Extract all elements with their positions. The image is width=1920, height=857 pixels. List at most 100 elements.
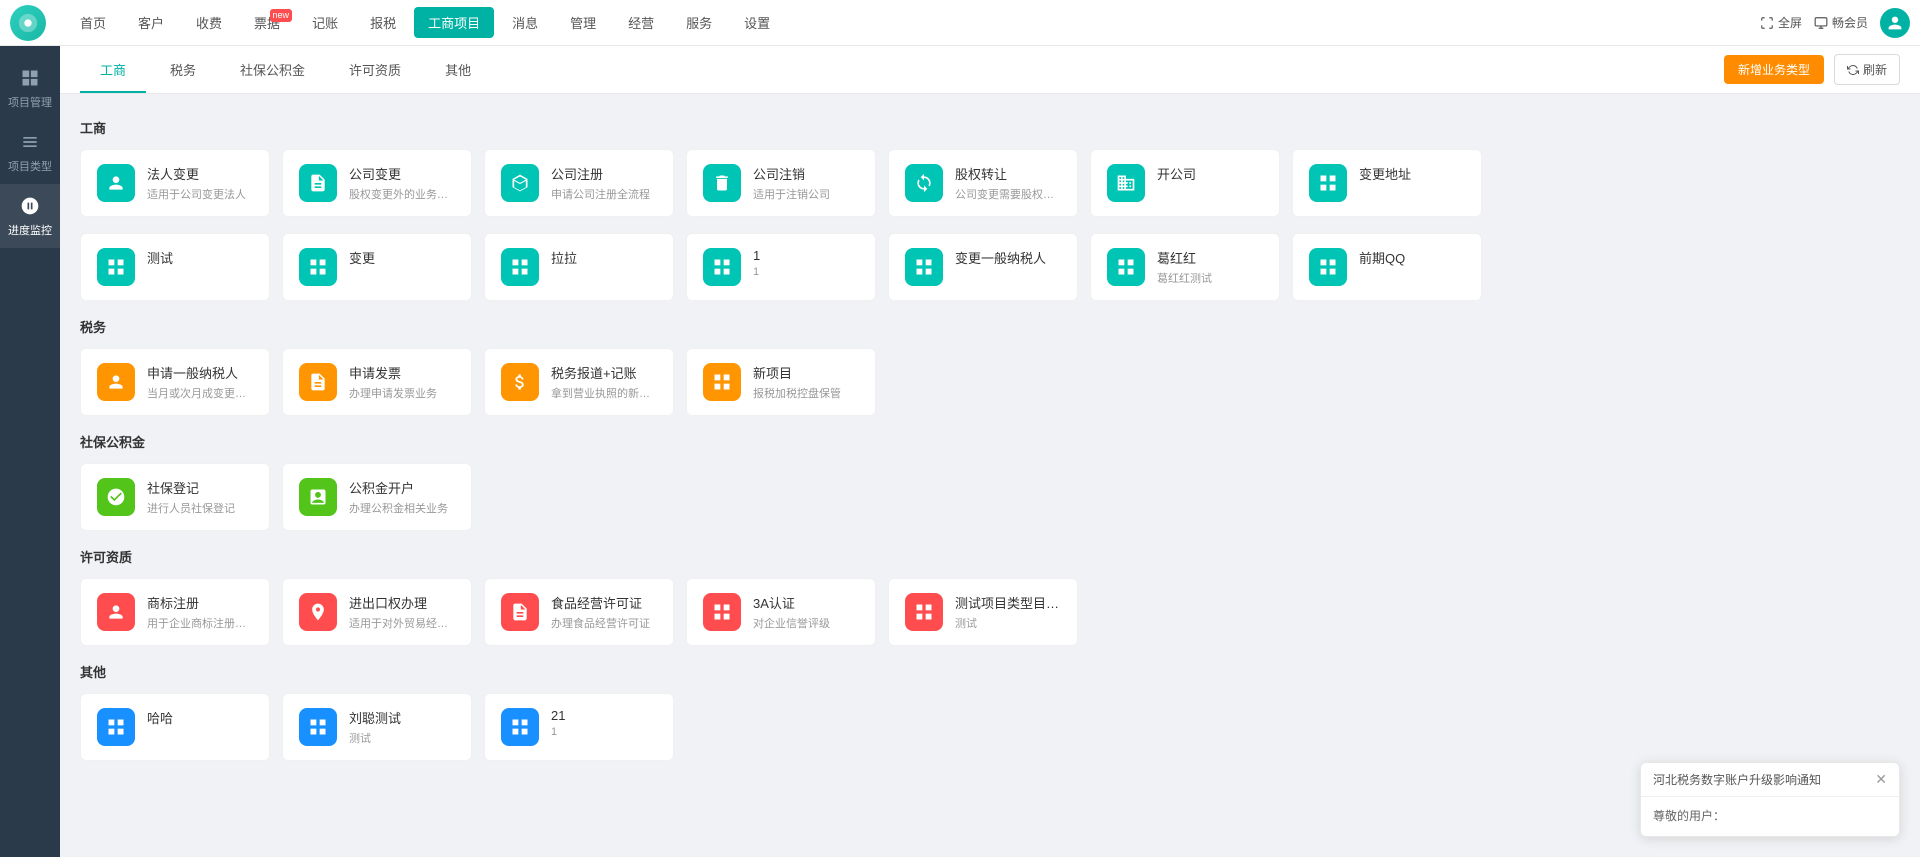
tab-gongshang[interactable]: 工商 bbox=[80, 46, 146, 93]
card-gongsi-zhuxiao[interactable]: 公司注销 适用于注销公司 bbox=[686, 149, 876, 217]
card-desc-xinxiangmu: 报税加税控盘保管 bbox=[753, 385, 859, 401]
fullscreen-btn[interactable]: 全屏 bbox=[1760, 14, 1802, 31]
card-desc-gongsi-bg: 股权变更外的业务变更 bbox=[349, 186, 455, 202]
nav-tickets[interactable]: 票据 new bbox=[240, 7, 294, 38]
card-desc-guquan: 公司变更需要股权转让 bbox=[955, 186, 1061, 202]
card-faren-biangeng[interactable]: 法人变更 适用于公司变更法人 bbox=[80, 149, 270, 217]
card-desc-one: 1 bbox=[753, 266, 859, 278]
nav-items: 首页 客户 收费 票据 new 记账 报税 工商项目 消息 管理 经营 服务 设… bbox=[66, 7, 1760, 38]
card-xinxiangmu[interactable]: 新项目 报税加税控盘保管 bbox=[686, 348, 876, 416]
gongshang-cards: 法人变更 适用于公司变更法人 公司变更 股权变更外的业务变更 bbox=[80, 149, 1900, 217]
section-title-gongshang: 工商 bbox=[80, 118, 1900, 137]
card-icon-dizhi bbox=[1309, 164, 1347, 202]
refresh-label: 刷新 bbox=[1863, 61, 1887, 78]
card-21[interactable]: 21 1 bbox=[484, 693, 674, 761]
member-btn[interactable]: 畅会员 bbox=[1814, 14, 1868, 31]
card-icon-gongjijin bbox=[299, 478, 337, 516]
card-title-ceshi-xuke: 测试项目类型目定义 bbox=[955, 593, 1061, 612]
tab-shebao[interactable]: 社保公积金 bbox=[220, 46, 325, 93]
card-desc-baodao: 拿到营业执照的新公司 bbox=[551, 385, 657, 401]
card-shenqing-納税人[interactable]: 申请一般纳税人 当月或次月成变更完成 bbox=[80, 348, 270, 416]
nav-customer[interactable]: 客户 bbox=[124, 7, 178, 38]
user-avatar[interactable] bbox=[1880, 8, 1910, 38]
card-gongsi-zhuce[interactable]: 公司注册 申请公司注册全流程 bbox=[484, 149, 674, 217]
tab-shuiwu[interactable]: 税务 bbox=[150, 46, 216, 93]
notification-close-button[interactable]: ✕ bbox=[1875, 771, 1887, 788]
card-icon-zhuce bbox=[501, 164, 539, 202]
card-desc-3a: 对企业信誉评级 bbox=[753, 615, 859, 631]
card-icon-qianqiQQ bbox=[1309, 248, 1347, 286]
sidebar-project-manage[interactable]: 项目管理 bbox=[0, 56, 60, 120]
card-icon-gehonghong bbox=[1107, 248, 1145, 286]
card-kai-gongsi[interactable]: 开公司 bbox=[1090, 149, 1280, 217]
card-title-dizhi: 变更地址 bbox=[1359, 164, 1465, 183]
nav-bizproject[interactable]: 工商项目 bbox=[414, 7, 494, 38]
nav-operation[interactable]: 经营 bbox=[614, 7, 668, 38]
card-biangeng-dizhi[interactable]: 变更地址 bbox=[1292, 149, 1482, 217]
card-ceshi-xuke[interactable]: 测试项目类型目定义 测试 bbox=[888, 578, 1078, 646]
card-desc-jinchukou: 适用于对外贸易经营者 bbox=[349, 615, 455, 631]
nav-settings[interactable]: 设置 bbox=[730, 7, 784, 38]
card-guquan[interactable]: 股权转让 公司变更需要股权转让 bbox=[888, 149, 1078, 217]
nav-tax[interactable]: 报税 bbox=[356, 7, 410, 38]
card-3a-renzheng[interactable]: 3A认证 对企业信誉评级 bbox=[686, 578, 876, 646]
nav-manage[interactable]: 管理 bbox=[556, 7, 610, 38]
card-qianqiQQ[interactable]: 前期QQ bbox=[1292, 233, 1482, 301]
nav-service[interactable]: 服务 bbox=[672, 7, 726, 38]
tab-xuke[interactable]: 许可资质 bbox=[329, 46, 421, 93]
card-shipin-xuke[interactable]: 食品经营许可证 办理食品经营许可证 bbox=[484, 578, 674, 646]
card-icon-guquan bbox=[905, 164, 943, 202]
notification-title: 河北税务数字账户升级影响通知 bbox=[1653, 771, 1821, 788]
card-icon-haha bbox=[97, 708, 135, 746]
card-title-ceshi: 测试 bbox=[147, 248, 253, 267]
card-shuiwu-baodao[interactable]: 税务报道+记账 拿到营业执照的新公司 bbox=[484, 348, 674, 416]
card-lala[interactable]: 拉拉 bbox=[484, 233, 674, 301]
card-icon-biangeng2 bbox=[299, 248, 337, 286]
card-desc-zhuce: 申请公司注册全流程 bbox=[551, 186, 657, 202]
card-title-shebao-dengji: 社保登记 bbox=[147, 478, 253, 497]
card-title-baodao: 税务报道+记账 bbox=[551, 363, 657, 382]
card-title-liucong: 刘聪测试 bbox=[349, 708, 455, 727]
main-content: 工商 税务 社保公积金 许可资质 其他 新增业务类型 刷新 工商 法人变更 bbox=[60, 46, 1920, 857]
card-icon-ceshi-xuke bbox=[905, 593, 943, 631]
tab-qita[interactable]: 其他 bbox=[425, 46, 491, 93]
card-biangeng-納税人[interactable]: 变更一般纳税人 bbox=[888, 233, 1078, 301]
add-business-type-button[interactable]: 新增业务类型 bbox=[1724, 55, 1824, 84]
card-desc-zhuxiao: 适用于注销公司 bbox=[753, 186, 859, 202]
card-info-zhuxiao: 公司注销 适用于注销公司 bbox=[753, 164, 859, 202]
card-icon-ceshi bbox=[97, 248, 135, 286]
sidebar-project-type[interactable]: 项目类型 bbox=[0, 120, 60, 184]
card-gongsi-biangeng[interactable]: 公司变更 股权变更外的业务变更 bbox=[282, 149, 472, 217]
sidebar: 项目管理 项目类型 进度监控 bbox=[0, 46, 60, 857]
nav-home[interactable]: 首页 bbox=[66, 7, 120, 38]
gongshang-cards-2: 测试 变更 拉拉 1 bbox=[80, 233, 1900, 301]
nav-accounting[interactable]: 记账 bbox=[298, 7, 352, 38]
card-ceshi[interactable]: 测试 bbox=[80, 233, 270, 301]
card-one[interactable]: 1 1 bbox=[686, 233, 876, 301]
card-title-zhuxiao: 公司注销 bbox=[753, 164, 859, 183]
content-area: 工商 法人变更 适用于公司变更法人 公司变更 股权变更外的业务变更 bbox=[60, 94, 1920, 793]
card-shebao-dengji[interactable]: 社保登记 进行人员社保登记 bbox=[80, 463, 270, 531]
card-title-faren: 法人变更 bbox=[147, 164, 253, 183]
card-title-shangbiao: 商标注册 bbox=[147, 593, 253, 612]
card-gehonghong[interactable]: 葛红红 葛红红测试 bbox=[1090, 233, 1280, 301]
nav-message[interactable]: 消息 bbox=[498, 7, 552, 38]
nav-billing[interactable]: 收费 bbox=[182, 7, 236, 38]
card-shenqing-fapiao[interactable]: 申请发票 办理申请发票业务 bbox=[282, 348, 472, 416]
fullscreen-label: 全屏 bbox=[1778, 14, 1802, 31]
card-shangbiao-zhuce[interactable]: 商标注册 用于企业商标注册服务 bbox=[80, 578, 270, 646]
sidebar-progress-monitor[interactable]: 进度监控 bbox=[0, 184, 60, 248]
card-icon-3a bbox=[703, 593, 741, 631]
refresh-button[interactable]: 刷新 bbox=[1834, 54, 1900, 85]
section-title-xuke: 许可资质 bbox=[80, 547, 1900, 566]
card-biangeng2[interactable]: 变更 bbox=[282, 233, 472, 301]
card-jinchukouquan[interactable]: 进出口权办理 适用于对外贸易经营者 bbox=[282, 578, 472, 646]
card-icon-21 bbox=[501, 708, 539, 746]
app-logo bbox=[10, 5, 46, 41]
card-haha[interactable]: 哈哈 bbox=[80, 693, 270, 761]
card-desc-shangbiao: 用于企业商标注册服务 bbox=[147, 615, 253, 631]
card-gongjijin-kaihu[interactable]: 公积金开户 办理公积金相关业务 bbox=[282, 463, 472, 531]
top-navigation: 首页 客户 收费 票据 new 记账 报税 工商项目 消息 管理 经营 服务 设… bbox=[0, 0, 1920, 46]
card-icon-shebao-dengji bbox=[97, 478, 135, 516]
card-liucong-ceshi[interactable]: 刘聪测试 测试 bbox=[282, 693, 472, 761]
